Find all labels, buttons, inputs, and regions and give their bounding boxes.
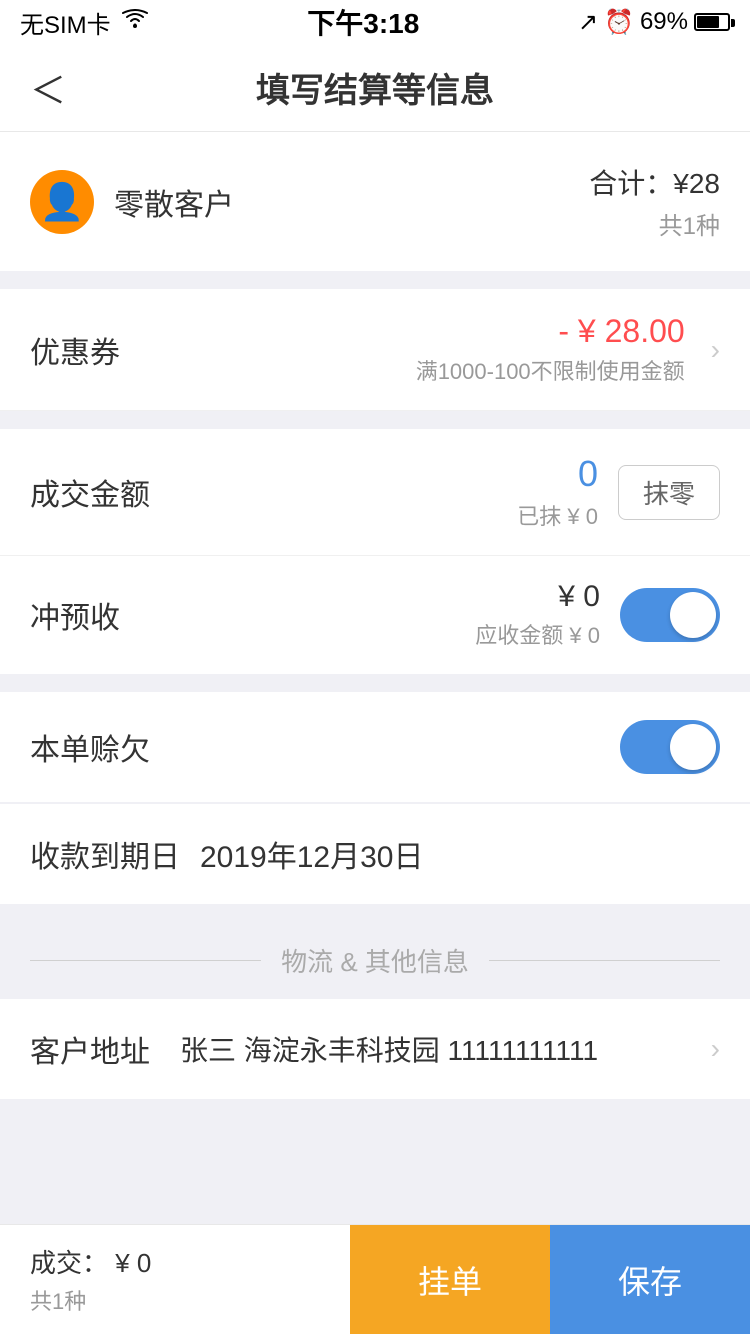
debit-label: 本单赊欠	[30, 725, 150, 769]
prepay-amount: ¥ 0	[475, 580, 600, 614]
coupon-chevron: ›	[711, 334, 720, 366]
transaction-right: 0 已抹 ¥ 0 抹零	[517, 453, 720, 531]
coupon-desc: 满1000-100不限制使用金额	[416, 354, 685, 386]
customer-name: 零散客户	[114, 180, 234, 224]
debit-section: 本单赊欠	[0, 692, 750, 802]
save-button[interactable]: 保存	[550, 1225, 750, 1334]
status-left: 无SIM卡	[20, 5, 149, 40]
coupon-row[interactable]: 优惠券 - ¥ 28.00 满1000-100不限制使用金额 ›	[0, 289, 750, 411]
transaction-section: 成交金额 0 已抹 ¥ 0 抹零 冲预收 ¥ 0 应收金额 ¥ 0	[0, 429, 750, 674]
transaction-sub: 已抹 ¥ 0	[517, 499, 598, 531]
bottom-deal-label: 成交：	[30, 1248, 108, 1278]
bottom-deal-amount: ¥ 0	[115, 1248, 151, 1278]
due-date-row: 收款到期日 2019年12月30日	[0, 804, 750, 904]
bottom-deal: 成交： ¥ 0	[30, 1243, 320, 1280]
prepay-amount-block: ¥ 0 应收金额 ¥ 0	[475, 580, 600, 650]
customer-right: 合计：¥28 共1种	[589, 162, 720, 241]
prepay-row: 冲预收 ¥ 0 应收金额 ¥ 0	[0, 556, 750, 674]
bottom-info: 成交： ¥ 0 共1种	[0, 1243, 350, 1316]
nav-bar: ＜ 填写结算等信息	[0, 44, 750, 132]
address-row[interactable]: 客户地址 张三 海淀永丰科技园 11111111111 ›	[0, 999, 750, 1099]
coupon-section: 优惠券 - ¥ 28.00 满1000-100不限制使用金额 ›	[0, 289, 750, 411]
coupon-right: - ¥ 28.00 满1000-100不限制使用金额 ›	[416, 313, 720, 386]
prepay-right: ¥ 0 应收金额 ¥ 0	[475, 580, 720, 650]
divider-5	[0, 1101, 750, 1117]
coupon-amount: - ¥ 28.00	[416, 313, 685, 350]
back-button[interactable]: ＜	[30, 62, 66, 114]
logistics-label: 物流 & 其他信息	[281, 942, 469, 979]
customer-left: 👤 零散客户	[30, 170, 234, 234]
transaction-label: 成交金额	[30, 470, 150, 514]
transaction-value-block: 0 已抹 ¥ 0	[517, 453, 598, 531]
battery-icon	[694, 13, 730, 31]
address-value: 张三 海淀永丰科技园 11111111111	[180, 1029, 701, 1069]
divider-3	[0, 676, 750, 692]
divider-1	[0, 273, 750, 289]
logistics-divider: 物流 & 其他信息	[0, 922, 750, 999]
divider-2	[0, 413, 750, 429]
status-time: 下午3:18	[307, 2, 419, 42]
content: 👤 零散客户 合计：¥28 共1种 优惠券 - ¥ 28.00 满1000-10…	[0, 132, 750, 1237]
wifi-icon	[121, 8, 149, 36]
status-bar: 无SIM卡 下午3:18 ↗ ⏰ 69%	[0, 0, 750, 44]
transaction-amount-row: 成交金额 0 已抹 ¥ 0 抹零	[0, 429, 750, 556]
divider-4	[0, 906, 750, 922]
debit-toggle[interactable]	[620, 720, 720, 774]
round-button[interactable]: 抹零	[618, 465, 720, 520]
alarm-icon: ⏰	[604, 8, 634, 37]
customer-count: 共1种	[589, 206, 720, 241]
due-date-value: 2019年12月30日	[200, 832, 423, 876]
customer-section: 👤 零散客户 合计：¥28 共1种	[0, 132, 750, 271]
address-label: 客户地址	[30, 1027, 150, 1071]
customer-total: 合计：¥28	[589, 162, 720, 202]
address-section: 客户地址 张三 海淀永丰科技园 11111111111 ›	[0, 999, 750, 1099]
status-right: ↗ ⏰ 69%	[578, 8, 730, 37]
due-date-label: 收款到期日	[30, 832, 180, 876]
transaction-amount: 0	[517, 453, 598, 495]
bottom-count: 共1种	[30, 1284, 320, 1316]
page-title: 填写结算等信息	[256, 63, 494, 112]
prepay-label: 冲预收	[30, 593, 120, 637]
address-chevron: ›	[711, 1033, 720, 1065]
battery-percent: 69%	[640, 8, 688, 36]
prepay-toggle[interactable]	[620, 588, 720, 642]
coupon-value: - ¥ 28.00 满1000-100不限制使用金额	[416, 313, 685, 386]
logistics-line-left	[30, 960, 261, 961]
hold-button[interactable]: 挂单	[350, 1225, 550, 1334]
toggle-knob	[670, 592, 716, 638]
customer-avatar-icon: 👤	[40, 181, 85, 223]
debit-toggle-knob	[670, 724, 716, 770]
debit-row: 本单赊欠	[0, 692, 750, 802]
network-label: 无SIM卡	[20, 5, 111, 40]
logistics-line-right	[489, 960, 720, 961]
prepay-sub: 应收金额 ¥ 0	[475, 618, 600, 650]
due-date-section: 收款到期日 2019年12月30日	[0, 804, 750, 904]
customer-avatar: 👤	[30, 170, 94, 234]
bottom-bar: 成交： ¥ 0 共1种 挂单 保存	[0, 1224, 750, 1334]
coupon-label: 优惠券	[30, 328, 120, 372]
location-icon: ↗	[578, 8, 598, 37]
